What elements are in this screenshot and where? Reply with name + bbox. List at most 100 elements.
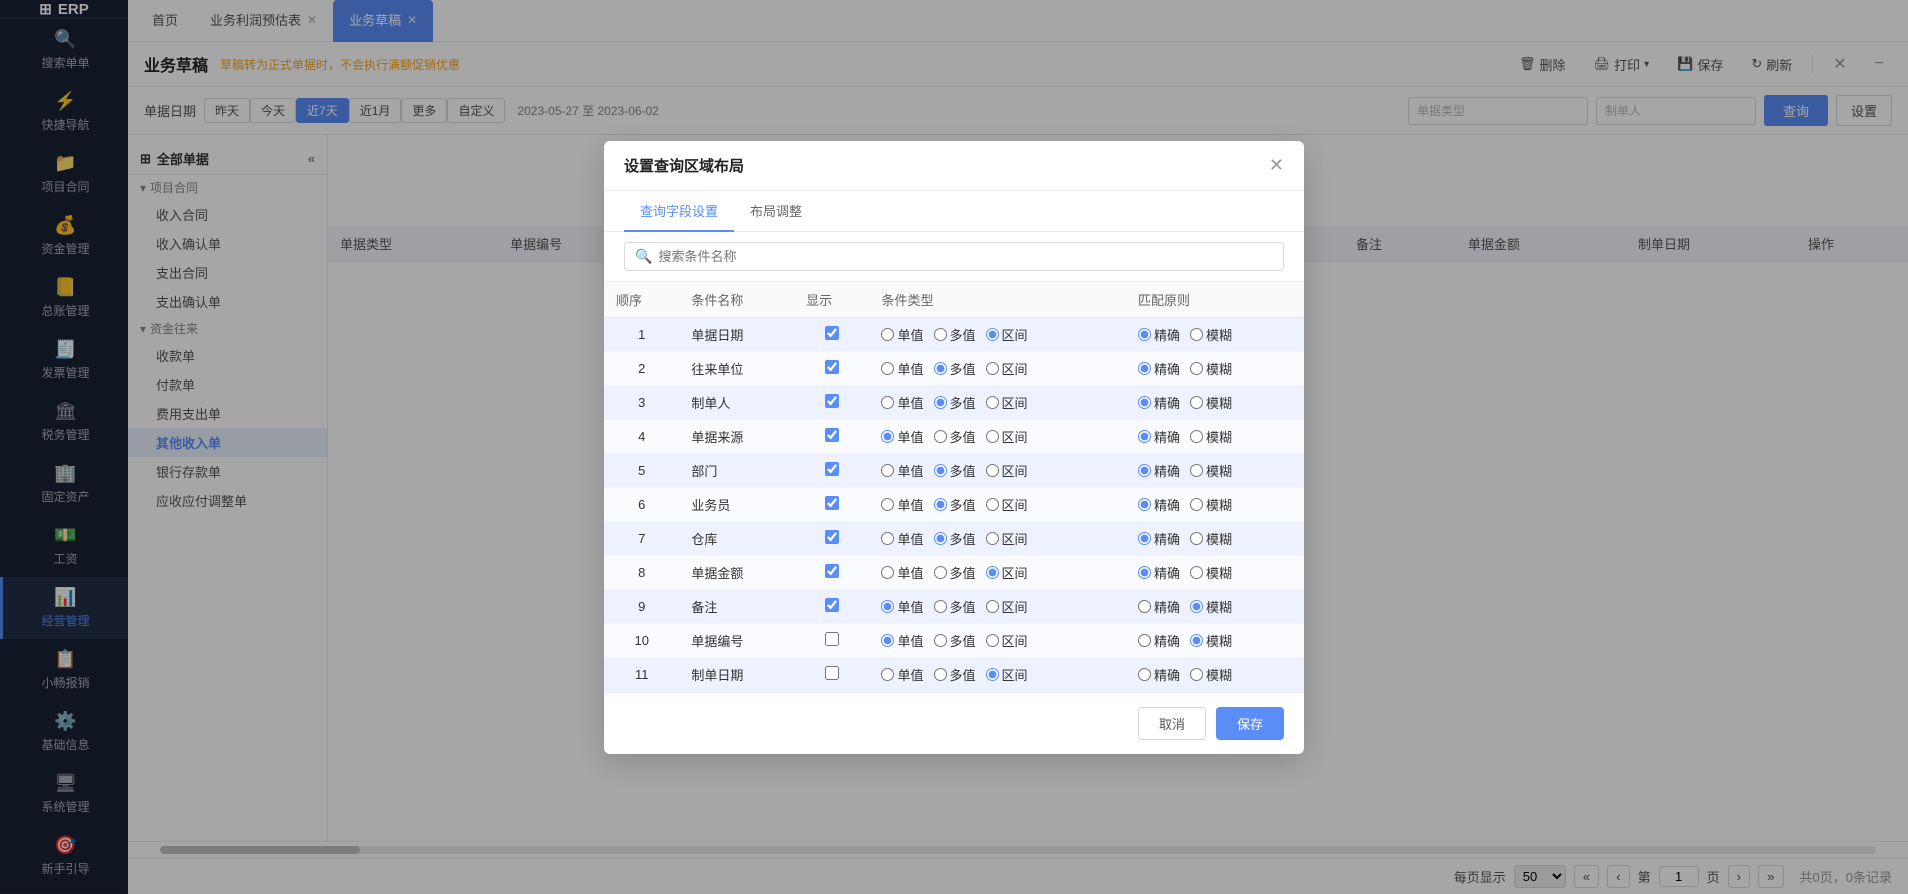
radio-type-multi-6[interactable]: 多值 <box>934 529 976 548</box>
row-order: 10 <box>604 623 679 657</box>
radio-type-single-5[interactable]: 单值 <box>881 495 923 514</box>
checkbox-show-2[interactable] <box>825 394 839 408</box>
radio-type-multi-7[interactable]: 多值 <box>934 563 976 582</box>
radio-match-precise-8[interactable]: 精确 <box>1138 597 1180 616</box>
search-input[interactable] <box>658 249 1273 264</box>
radio-match-precise-7[interactable]: 精确 <box>1138 563 1180 582</box>
radio-type-single-10[interactable]: 单值 <box>881 665 923 684</box>
modal-table-row: 3制单人单值多值区间精确模糊 <box>604 385 1304 419</box>
radio-type-single-1[interactable]: 单值 <box>881 359 923 378</box>
radio-type-range-7[interactable]: 区间 <box>986 563 1028 582</box>
radio-match-fuzzy-4[interactable]: 模糊 <box>1190 461 1232 480</box>
radio-match-fuzzy-2[interactable]: 模糊 <box>1190 393 1232 412</box>
modal-header: 设置查询区域布局 ✕ <box>604 141 1304 191</box>
row-match-radios: 精确模糊 <box>1126 555 1304 589</box>
row-show-checkbox[interactable] <box>794 453 869 487</box>
radio-type-multi-10[interactable]: 多值 <box>934 665 976 684</box>
radio-type-single-6[interactable]: 单值 <box>881 529 923 548</box>
radio-type-range-2[interactable]: 区间 <box>986 393 1028 412</box>
radio-match-precise-1[interactable]: 精确 <box>1138 359 1180 378</box>
radio-match-precise-2[interactable]: 精确 <box>1138 393 1180 412</box>
radio-match-fuzzy-1[interactable]: 模糊 <box>1190 359 1232 378</box>
radio-type-multi-3[interactable]: 多值 <box>934 427 976 446</box>
tab-layout-adjust[interactable]: 布局调整 <box>734 191 818 232</box>
radio-type-single-8[interactable]: 单值 <box>881 597 923 616</box>
row-show-checkbox[interactable] <box>794 623 869 657</box>
modal-table-row: 7仓库单值多值区间精确模糊 <box>604 521 1304 555</box>
radio-type-range-3[interactable]: 区间 <box>986 427 1028 446</box>
row-show-checkbox[interactable] <box>794 419 869 453</box>
radio-type-single-3[interactable]: 单值 <box>881 427 923 446</box>
checkbox-show-5[interactable] <box>825 496 839 510</box>
radio-type-single-4[interactable]: 单值 <box>881 461 923 480</box>
checkbox-show-1[interactable] <box>825 360 839 374</box>
checkbox-show-6[interactable] <box>825 530 839 544</box>
row-show-checkbox[interactable] <box>794 657 869 691</box>
radio-match-precise-4[interactable]: 精确 <box>1138 461 1180 480</box>
row-match-radios: 精确模糊 <box>1126 589 1304 623</box>
modal-col-条件名称: 条件名称 <box>679 282 794 318</box>
radio-type-multi-0[interactable]: 多值 <box>934 325 976 344</box>
checkbox-show-9[interactable] <box>825 632 839 646</box>
radio-match-precise-9[interactable]: 精确 <box>1138 631 1180 650</box>
radio-type-multi-2[interactable]: 多值 <box>934 393 976 412</box>
radio-type-range-9[interactable]: 区间 <box>986 631 1028 650</box>
row-show-checkbox[interactable] <box>794 351 869 385</box>
radio-match-fuzzy-10[interactable]: 模糊 <box>1190 665 1232 684</box>
radio-type-multi-4[interactable]: 多值 <box>934 461 976 480</box>
row-show-checkbox[interactable] <box>794 521 869 555</box>
radio-match-precise-0[interactable]: 精确 <box>1138 325 1180 344</box>
row-type-radios: 单值多值区间 <box>869 419 1125 453</box>
radio-type-multi-8[interactable]: 多值 <box>934 597 976 616</box>
row-match-radios: 精确模糊 <box>1126 385 1304 419</box>
radio-type-multi-1[interactable]: 多值 <box>934 359 976 378</box>
row-condition-name: 往来单位 <box>679 351 794 385</box>
radio-match-fuzzy-0[interactable]: 模糊 <box>1190 325 1232 344</box>
modal-table-wrap: 顺序条件名称显示条件类型匹配原则 1单据日期单值多值区间精确模糊2往来单位单值多… <box>604 282 1304 692</box>
row-type-radios: 单值多值区间 <box>869 521 1125 555</box>
row-type-radios: 单值多值区间 <box>869 351 1125 385</box>
radio-type-range-0[interactable]: 区间 <box>986 325 1028 344</box>
radio-match-precise-6[interactable]: 精确 <box>1138 529 1180 548</box>
radio-type-single-7[interactable]: 单值 <box>881 563 923 582</box>
row-show-checkbox[interactable] <box>794 385 869 419</box>
radio-match-precise-5[interactable]: 精确 <box>1138 495 1180 514</box>
radio-type-range-10[interactable]: 区间 <box>986 665 1028 684</box>
modal-save-btn[interactable]: 保存 <box>1216 707 1284 740</box>
checkbox-show-8[interactable] <box>825 598 839 612</box>
radio-match-fuzzy-8[interactable]: 模糊 <box>1190 597 1232 616</box>
row-show-checkbox[interactable] <box>794 589 869 623</box>
radio-match-fuzzy-9[interactable]: 模糊 <box>1190 631 1232 650</box>
radio-match-fuzzy-6[interactable]: 模糊 <box>1190 529 1232 548</box>
checkbox-show-0[interactable] <box>825 326 839 340</box>
radio-type-range-6[interactable]: 区间 <box>986 529 1028 548</box>
radio-match-fuzzy-7[interactable]: 模糊 <box>1190 563 1232 582</box>
search-box: 🔍 <box>624 242 1284 271</box>
radio-match-precise-10[interactable]: 精确 <box>1138 665 1180 684</box>
radio-type-range-8[interactable]: 区间 <box>986 597 1028 616</box>
modal-close-btn[interactable]: ✕ <box>1269 156 1284 174</box>
modal-table-row: 11制单日期单值多值区间精确模糊 <box>604 657 1304 691</box>
radio-type-range-1[interactable]: 区间 <box>986 359 1028 378</box>
radio-type-range-5[interactable]: 区间 <box>986 495 1028 514</box>
radio-match-fuzzy-3[interactable]: 模糊 <box>1190 427 1232 446</box>
radio-type-multi-5[interactable]: 多值 <box>934 495 976 514</box>
row-show-checkbox[interactable] <box>794 555 869 589</box>
radio-match-fuzzy-5[interactable]: 模糊 <box>1190 495 1232 514</box>
tab-field-settings[interactable]: 查询字段设置 <box>624 191 734 232</box>
checkbox-show-10[interactable] <box>825 666 839 680</box>
radio-match-precise-3[interactable]: 精确 <box>1138 427 1180 446</box>
checkbox-show-7[interactable] <box>825 564 839 578</box>
row-show-checkbox[interactable] <box>794 317 869 351</box>
radio-type-single-0[interactable]: 单值 <box>881 325 923 344</box>
radio-type-single-9[interactable]: 单值 <box>881 631 923 650</box>
row-show-checkbox[interactable] <box>794 487 869 521</box>
radio-type-single-2[interactable]: 单值 <box>881 393 923 412</box>
row-match-radios: 精确模糊 <box>1126 657 1304 691</box>
row-condition-name: 业务员 <box>679 487 794 521</box>
checkbox-show-3[interactable] <box>825 428 839 442</box>
radio-type-range-4[interactable]: 区间 <box>986 461 1028 480</box>
radio-type-multi-9[interactable]: 多值 <box>934 631 976 650</box>
cancel-btn[interactable]: 取消 <box>1138 707 1206 740</box>
checkbox-show-4[interactable] <box>825 462 839 476</box>
